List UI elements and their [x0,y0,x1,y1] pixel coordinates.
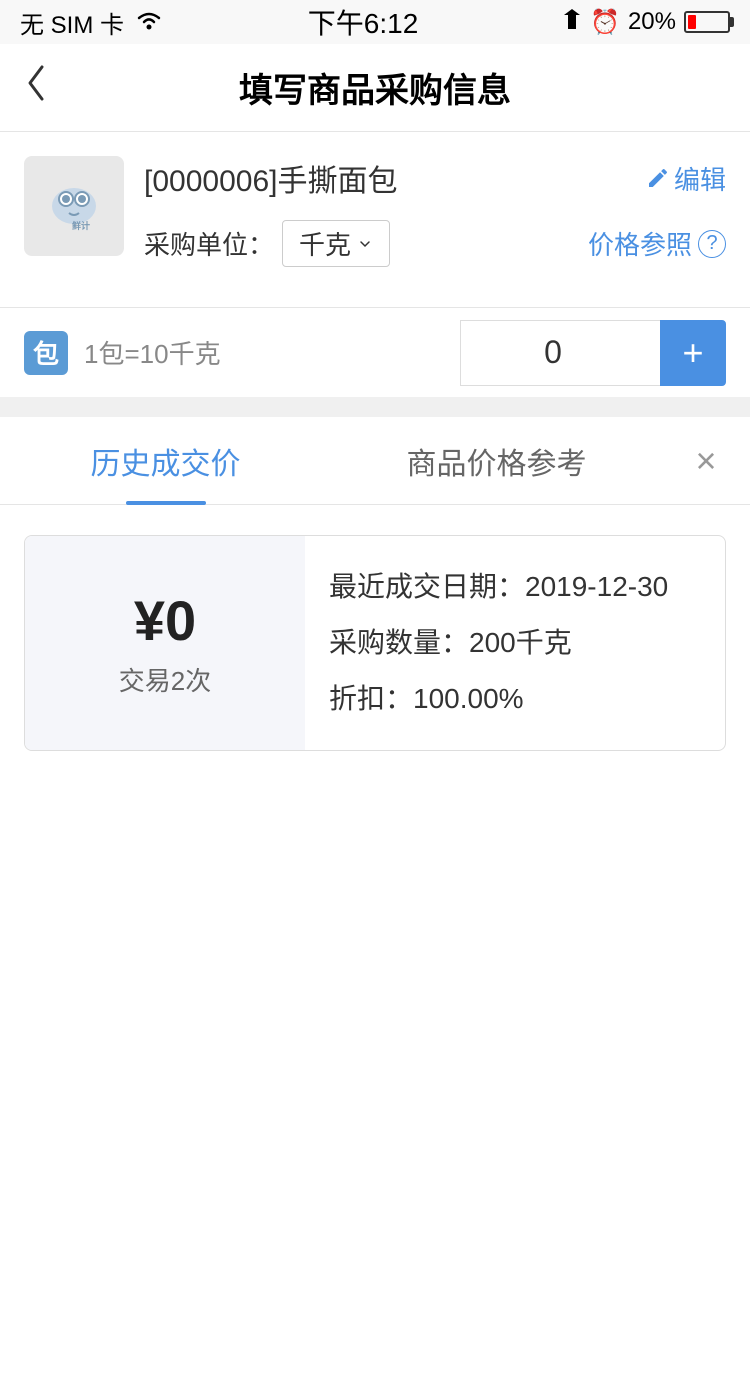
svg-text:鲜计: 鲜计 [72,220,90,231]
tab-history-price[interactable]: 历史成交价 [0,417,331,505]
unit-select[interactable]: 千克 [282,220,390,267]
card-details: 最近成交日期：2019-12-30 采购数量：200千克 折扣：100.00% [305,536,725,750]
page-title: 填写商品采购信息 [239,63,511,112]
quantity-section: 包 1包=10千克 + [0,307,750,397]
status-right: ⏰ 20% [562,7,730,38]
product-full-name: [0000006]手撕面包 [144,156,397,200]
edit-link[interactable]: 编辑 [646,160,726,197]
status-time: 下午6:12 [308,2,419,42]
purchase-quantity-row: 采购数量：200千克 [329,622,701,664]
recent-date-label: 最近成交日期： [329,571,525,602]
discount-label: 折扣： [329,683,413,714]
price-amount: 0 [165,589,196,652]
quantity-unit-icon: 包 [24,331,68,375]
product-thumb-icon: 鲜计 [44,171,104,241]
wifi-icon [134,8,164,37]
transaction-card: ¥0 交易2次 最近成交日期：2019-12-30 采购数量：200千克 折扣：… [24,535,726,751]
quantity-label-text: 采购数量： [329,627,469,658]
tab-close-button[interactable]: × [662,417,750,505]
discount-row: 折扣：100.00% [329,678,701,720]
card-price-summary: ¥0 交易2次 [25,536,305,750]
sim-text: 无 SIM 卡 [20,5,124,40]
product-unit-row: 采购单位： 千克 价格参照 ? [144,220,726,267]
price-ref[interactable]: 价格参照 ? [588,225,726,262]
edit-label[interactable]: 编辑 [674,160,726,197]
currency-symbol: ¥ [134,589,165,652]
close-icon: × [695,440,716,482]
help-icon: ? [698,230,726,258]
tabs-section: 历史成交价 商品价格参考 × ¥0 交易2次 最近成交日期：2019-12-30… [0,417,750,1381]
tabs-header: 历史成交价 商品价格参考 × [0,417,750,505]
recent-date-row: 最近成交日期：2019-12-30 [329,566,701,608]
product-thumbnail: 鲜计 [24,156,124,256]
qty-unit-note: 1包=10千克 [84,334,221,371]
qty-unit-char: 包 [33,334,59,371]
discount-value: 100.00% [413,683,524,714]
recent-date-value: 2019-12-30 [525,571,668,602]
tab2-label: 商品价格参考 [407,439,587,483]
empty-content-area [0,781,750,1381]
card-price-value: ¥0 [134,588,196,653]
unit-value: 千克 [299,225,351,262]
product-section: 鲜计 [0000006]手撕面包 编辑 采购单位： 千克 [0,132,750,307]
product-info: [0000006]手撕面包 编辑 采购单位： 千克 价格参 [144,156,726,267]
status-left: 无 SIM 卡 [20,5,164,40]
quantity-input-row: + [460,320,726,386]
nav-bar: 填写商品采购信息 [0,44,750,132]
product-header: 鲜计 [0000006]手撕面包 编辑 采购单位： 千克 [24,156,726,267]
battery-icon [684,11,730,33]
tab1-label: 历史成交价 [91,439,241,483]
quantity-value: 200千克 [469,627,572,658]
tab-active-indicator [126,501,206,505]
section-divider [0,397,750,417]
battery-percent: 20% [628,8,676,36]
unit-label: 采购单位： [144,225,274,262]
alarm-icon: ⏰ [590,8,620,37]
quantity-label: 包 1包=10千克 [24,331,221,375]
status-bar: 无 SIM 卡 下午6:12 ⏰ 20% [0,0,750,44]
location-icon [562,7,582,38]
card-transaction-count: 交易2次 [119,661,211,698]
tab-price-reference[interactable]: 商品价格参考 [331,417,662,505]
price-ref-label: 价格参照 [588,225,692,262]
product-name-row: [0000006]手撕面包 编辑 [144,156,726,200]
quantity-plus-button[interactable]: + [660,320,726,386]
back-button[interactable] [24,63,48,112]
quantity-input[interactable] [460,320,660,386]
